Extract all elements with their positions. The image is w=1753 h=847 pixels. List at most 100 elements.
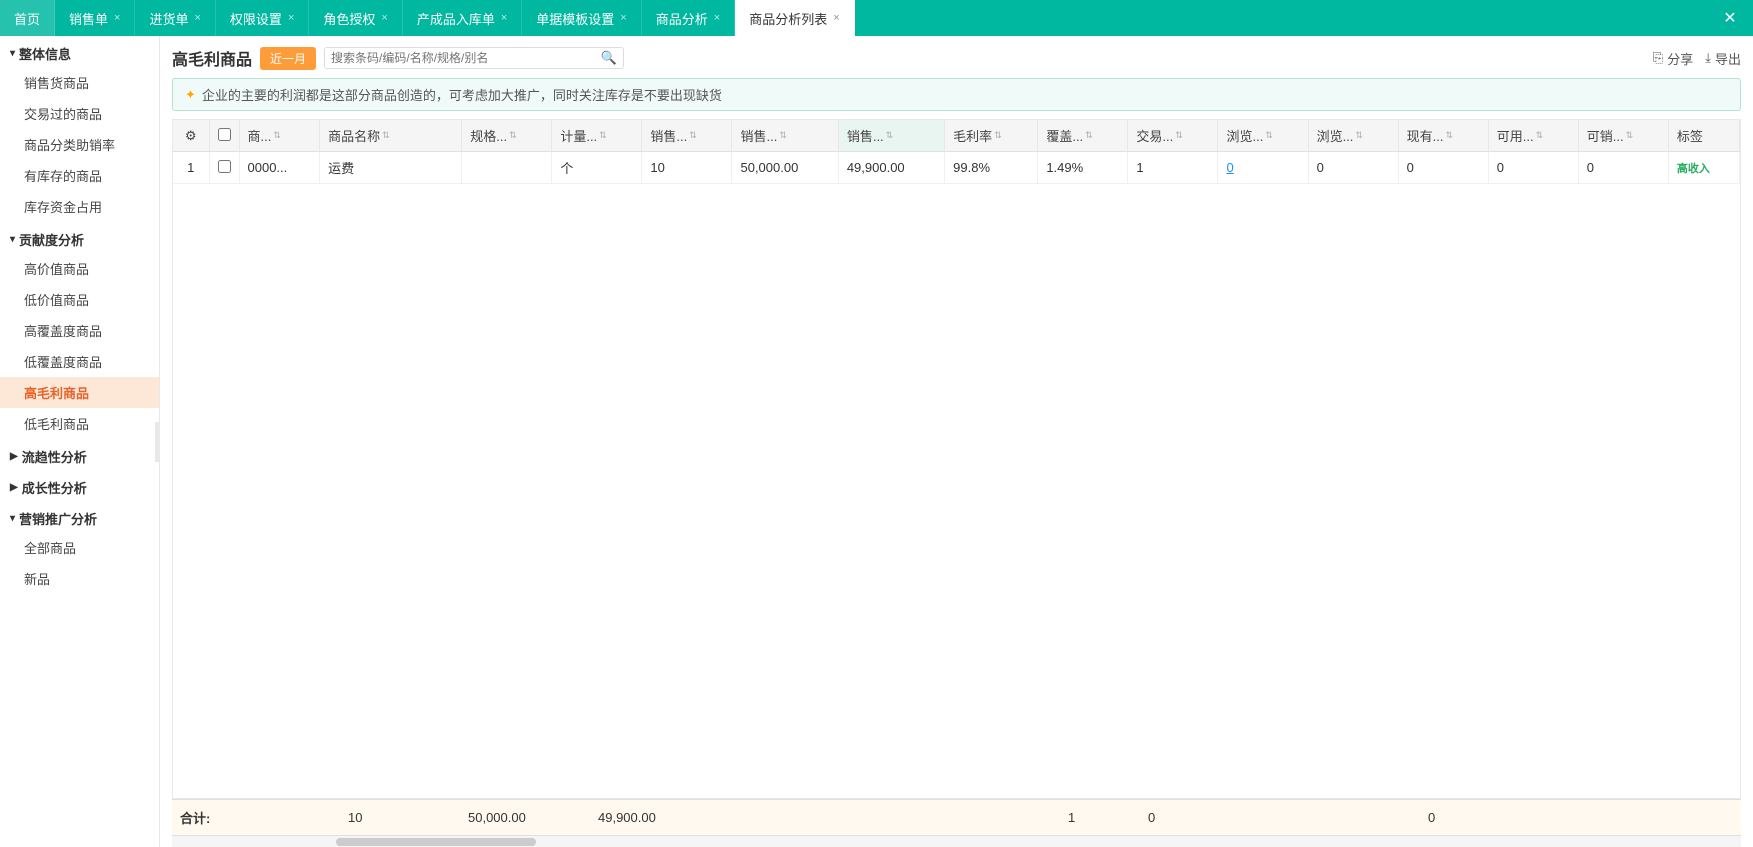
footer-sales1: 10 (340, 810, 460, 825)
row-spec (462, 152, 552, 184)
col-name[interactable]: 商品名称 ⇅ (320, 120, 462, 152)
group-arrow-growth: ▶ (10, 482, 18, 493)
col-checkbox[interactable] (209, 120, 239, 152)
sidebar-item-low-value[interactable]: 低价值商品 (0, 284, 159, 315)
col-settings[interactable]: ⚙ (173, 120, 209, 152)
nav-purchase[interactable]: 进货单 × (135, 0, 215, 36)
sidebar-group-growth[interactable]: ▶ 成长性分析 (0, 470, 159, 501)
row-sales1: 10 (642, 152, 732, 184)
close-analysis-icon[interactable]: × (714, 12, 720, 24)
sidebar-item-new-goods[interactable]: 新品 (0, 563, 159, 594)
nav-permission[interactable]: 权限设置 × (216, 0, 309, 36)
close-template-icon[interactable]: × (620, 12, 626, 24)
close-product-inbound-icon[interactable]: × (501, 12, 507, 24)
sort-icon-sales2: ⇅ (779, 130, 787, 141)
select-all-checkbox[interactable] (218, 128, 231, 141)
bottom-scrollbar[interactable] (172, 835, 1741, 847)
row-sellable: 0 (1578, 152, 1668, 184)
col-sales1[interactable]: 销售... ⇅ (642, 120, 732, 152)
row-browse1[interactable]: 0 (1218, 152, 1308, 184)
sort-icon-sales3: ⇅ (886, 130, 894, 141)
sidebar-group-trend[interactable]: ▶ 流趋性分析 (0, 439, 159, 470)
close-permission-icon[interactable]: × (288, 12, 294, 24)
sidebar-group-marketing[interactable]: ▾ 营销推广分析 (0, 501, 159, 532)
search-box: 🔍 (324, 47, 624, 69)
sidebar-item-high-margin[interactable]: 高毛利商品 (0, 377, 159, 408)
search-input[interactable] (331, 51, 597, 65)
close-analysis-list-icon[interactable]: × (833, 12, 839, 24)
col-sellable[interactable]: 可销... ⇅ (1578, 120, 1668, 152)
col-current[interactable]: 现有... ⇅ (1398, 120, 1488, 152)
search-icon[interactable]: 🔍 (601, 50, 617, 66)
row-checkbox[interactable] (218, 160, 231, 173)
row-check[interactable] (209, 152, 239, 184)
nav-analysis[interactable]: 商品分析 × (642, 0, 735, 36)
close-purchase-icon[interactable]: × (194, 12, 200, 24)
top-nav: 首页 销售单 × 进货单 × 权限设置 × 角色授权 × 产成品入库单 × 单据… (0, 0, 1753, 36)
sort-icon-current: ⇅ (1445, 130, 1453, 141)
nav-home[interactable]: 首页 (0, 0, 55, 36)
sort-icon-browse2: ⇅ (1355, 130, 1363, 141)
share-icon: ⎘ (1653, 50, 1663, 66)
nav-role[interactable]: 角色授权 × (309, 0, 402, 36)
footer-spacer2 (1260, 810, 1420, 825)
window-close-button[interactable]: ✕ (1707, 0, 1753, 36)
sidebar-item-in-stock[interactable]: 有库存的商品 (0, 160, 159, 191)
sidebar-item-stock-capital[interactable]: 库存资金占用 (0, 191, 159, 222)
sidebar-item-high-value[interactable]: 高价值商品 (0, 253, 159, 284)
col-sales2[interactable]: 销售... ⇅ (732, 120, 838, 152)
col-margin[interactable]: 毛利率 ⇅ (945, 120, 1038, 152)
col-trade[interactable]: 交易... ⇅ (1128, 120, 1218, 152)
sidebar-item-all-goods[interactable]: 全部商品 (0, 532, 159, 563)
nav-sales[interactable]: 销售单 × (55, 0, 135, 36)
col-browse1[interactable]: 浏览... ⇅ (1218, 120, 1308, 152)
col-browse2[interactable]: 浏览... ⇅ (1308, 120, 1398, 152)
sort-icon-coverage: ⇅ (1085, 130, 1093, 141)
row-available: 0 (1488, 152, 1578, 184)
col-unit[interactable]: 计量... ⇅ (552, 120, 642, 152)
export-icon: ⤓ (1705, 50, 1711, 66)
group-arrow-overview: ▾ (10, 48, 15, 59)
sidebar-item-traded-goods[interactable]: 交易过的商品 (0, 98, 159, 129)
nav-analysis-list[interactable]: 商品分析列表 × (735, 0, 854, 36)
filter-button[interactable]: 近一月 (260, 47, 316, 70)
col-tag[interactable]: 标签 (1668, 120, 1739, 152)
table-container[interactable]: ⚙ 商... ⇅ 商品名称 (172, 119, 1741, 799)
nav-product-inbound[interactable]: 产成品入库单 × (403, 0, 522, 36)
settings-icon[interactable]: ⚙ (185, 128, 197, 143)
group-arrow-trend: ▶ (10, 451, 18, 462)
notice-text: 企业的主要的利润都是这部分商品创造的，可考虑加大推广，同时关注库存是不要出现缺货 (202, 85, 722, 104)
group-arrow-marketing: ▾ (10, 513, 15, 524)
scrollbar-thumb[interactable] (336, 838, 536, 846)
col-coverage[interactable]: 覆盖... ⇅ (1038, 120, 1128, 152)
sidebar-item-sales-goods[interactable]: 销售货商品 (0, 67, 159, 98)
row-tag: 高收入 (1668, 152, 1739, 184)
col-code[interactable]: 商... ⇅ (239, 120, 320, 152)
data-table: ⚙ 商... ⇅ 商品名称 (173, 120, 1740, 184)
sidebar-item-high-coverage[interactable]: 高覆盖度商品 (0, 315, 159, 346)
row-index: 1 (173, 152, 209, 184)
footer-spacer1 (720, 810, 1060, 825)
nav-template[interactable]: 单据模板设置 × (522, 0, 641, 36)
sidebar-group-contribution[interactable]: ▾ 贡献度分析 (0, 222, 159, 253)
col-spec[interactable]: 规格... ⇅ (462, 120, 552, 152)
footer-trade: 1 (1060, 810, 1140, 825)
sidebar-item-category-rate[interactable]: 商品分类助销率 (0, 129, 159, 160)
row-code: 0000... (239, 152, 320, 184)
sort-icon-code: ⇅ (273, 130, 281, 141)
col-available[interactable]: 可用... ⇅ (1488, 120, 1578, 152)
close-sales-icon[interactable]: × (114, 12, 120, 24)
export-button[interactable]: ⤓ 导出 (1705, 49, 1741, 68)
row-margin: 99.8% (945, 152, 1038, 184)
sort-icon-margin: ⇅ (994, 130, 1002, 141)
footer-label: 合计: (180, 808, 340, 827)
sidebar-item-low-margin[interactable]: 低毛利商品 (0, 408, 159, 439)
close-role-icon[interactable]: × (381, 12, 387, 24)
row-sales2: 50,000.00 (732, 152, 838, 184)
sidebar-collapse-button[interactable]: « (155, 422, 160, 462)
sidebar-group-overview[interactable]: ▾ 整体信息 (0, 36, 159, 67)
share-button[interactable]: ⎘ 分享 (1653, 49, 1693, 68)
content-header: 高毛利商品 近一月 🔍 ⎘ 分享 ⤓ 导出 (172, 46, 1741, 70)
col-sales3[interactable]: 销售... ⇅ (838, 120, 944, 152)
sidebar-item-low-coverage[interactable]: 低覆盖度商品 (0, 346, 159, 377)
